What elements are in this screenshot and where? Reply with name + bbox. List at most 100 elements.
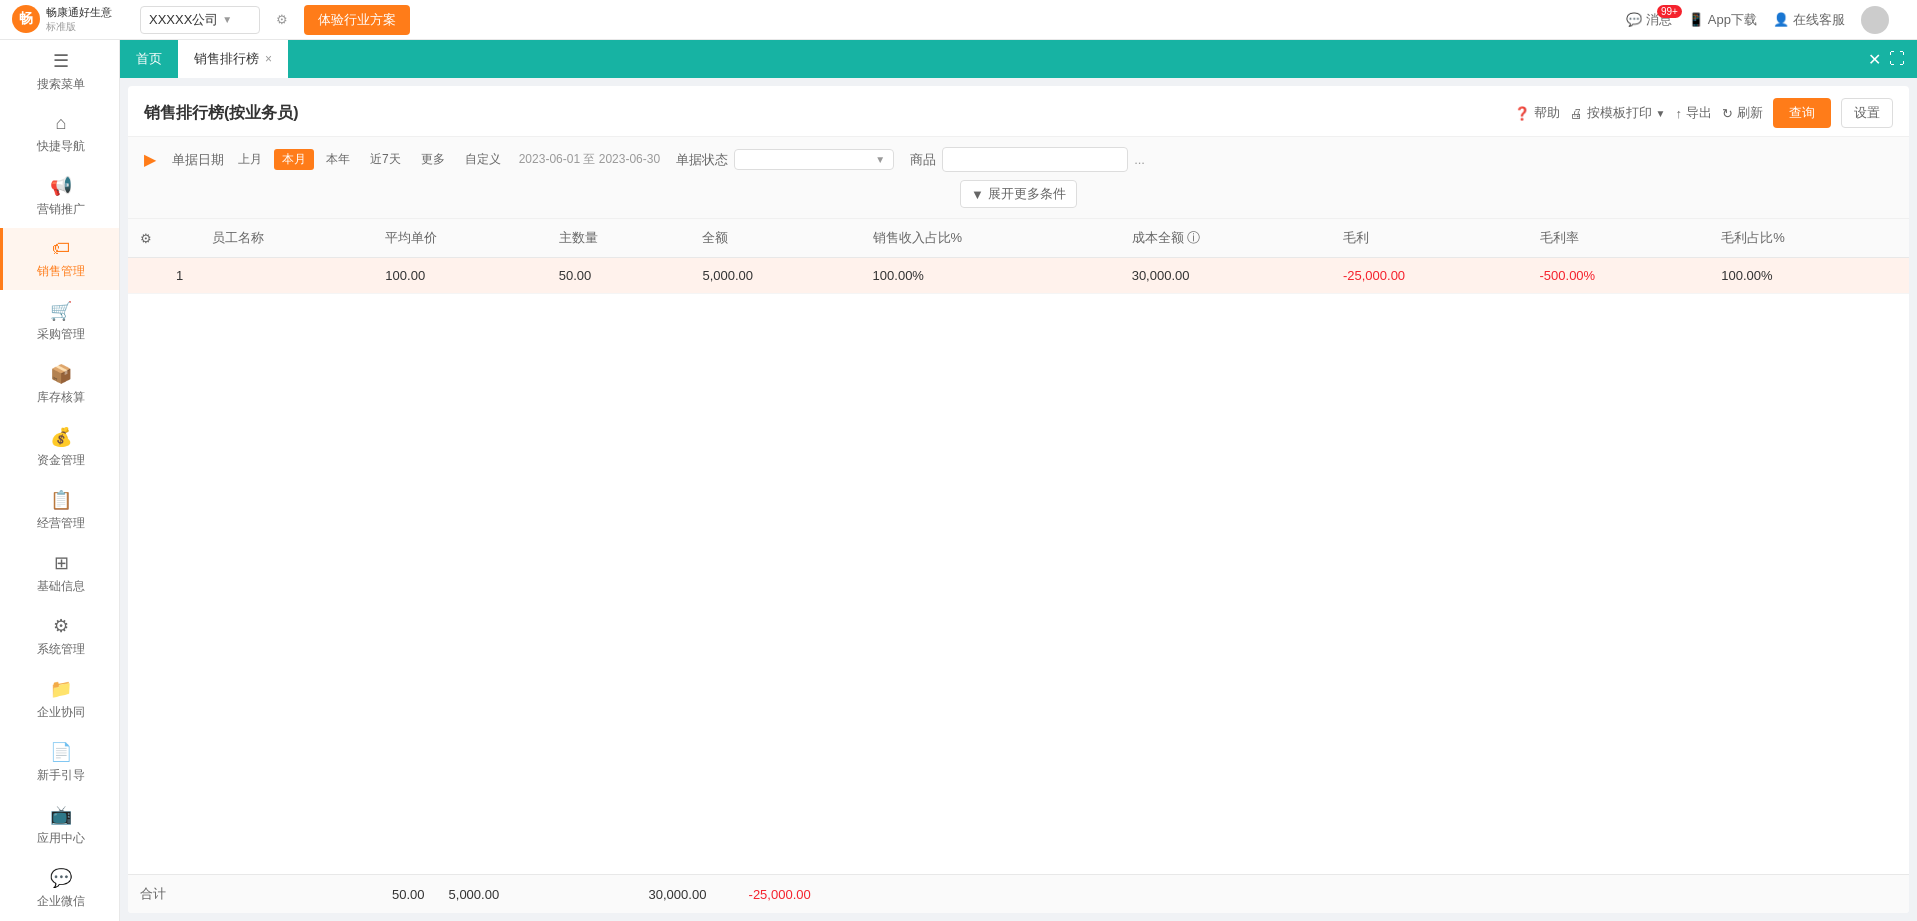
sidebar-item-quick-nav[interactable]: ⌂ 快捷导航 <box>0 103 119 165</box>
maximize-icon[interactable]: ⛶ <box>1889 50 1905 68</box>
row-qty: 50.00 <box>547 258 691 294</box>
row-rank: 1 <box>164 258 200 294</box>
basic-info-icon: ⊞ <box>54 552 69 574</box>
sidebar-item-inventory[interactable]: 📦 库存核算 <box>0 353 119 416</box>
tab-home-label: 首页 <box>136 50 162 68</box>
refresh-label: 刷新 <box>1737 104 1763 122</box>
filter-collapse-icon[interactable]: ▶ <box>144 150 156 169</box>
expand-conditions-button[interactable]: ▼ 展开更多条件 <box>960 180 1077 208</box>
footer-qty <box>220 887 380 902</box>
filter-expand-row: ▼ 展开更多条件 <box>144 180 1893 208</box>
column-settings-icon[interactable]: ⚙ <box>140 231 152 246</box>
msg-badge: 99+ <box>1657 5 1682 18</box>
sidebar-item-finance[interactable]: 💰 资金管理 <box>0 416 119 479</box>
status-select[interactable]: ▼ <box>734 149 894 170</box>
status-filter: 单据状态 ▼ <box>676 149 894 170</box>
logo-text-block: 畅康通好生意 标准版 <box>46 5 112 33</box>
col-profit: 毛利 <box>1331 219 1528 258</box>
trial-button[interactable]: 体验行业方案 <box>304 5 410 35</box>
goods-more-btn[interactable]: ... <box>1134 152 1145 167</box>
refresh-button[interactable]: ↻ 刷新 <box>1722 104 1763 122</box>
goods-search-input[interactable] <box>942 147 1128 172</box>
table-footer: 合计 50.00 5,000.00 30,000.00 -25,000.00 <box>128 874 1909 913</box>
tab-sales-ranking[interactable]: 销售排行榜 × <box>178 40 288 78</box>
export-button[interactable]: ↑ 导出 <box>1676 104 1713 122</box>
expand-conditions-label: 展开更多条件 <box>988 185 1066 203</box>
date-tab-this-year[interactable]: 本年 <box>318 149 358 170</box>
finance-icon: 💰 <box>50 426 72 448</box>
goods-filter-label: 商品 <box>910 151 936 169</box>
marketing-icon: 📢 <box>50 175 72 197</box>
online-service-button[interactable]: 👤 在线客服 <box>1773 11 1845 29</box>
page-content: 销售排行榜(按业务员) ❓ 帮助 🖨 按模板打印 ▼ ↑ 导出 <box>128 86 1909 913</box>
msg-icon: 💬 <box>1626 12 1642 27</box>
query-button[interactable]: 查询 <box>1773 98 1831 128</box>
topbar-gear-button[interactable]: ⚙ <box>268 6 296 34</box>
data-table: ⚙ 员工名称 平均单价 主数量 <box>128 219 1909 294</box>
company-dropdown-arrow: ▼ <box>222 14 232 25</box>
page-title: 销售排行榜(按业务员) <box>144 103 299 124</box>
row-settings-col <box>128 258 164 294</box>
sidebar-item-appstore[interactable]: 📺 应用中心 <box>0 794 119 857</box>
date-range-text: 2023-06-01 至 2023-06-30 <box>519 151 660 168</box>
content-area: 首页 销售排行榜 × ✕ ⛶ 销售排行榜(按业务员) ❓ 帮助 <box>120 40 1917 921</box>
company-selector[interactable]: XXXXX公司 ▼ <box>140 6 260 34</box>
appstore-icon: 📺 <box>50 804 72 826</box>
sidebar-item-guide[interactable]: 📄 新手引导 <box>0 731 119 794</box>
search-order-icon: ☰ <box>53 50 69 72</box>
sidebar-item-appstore-label: 应用中心 <box>37 830 85 847</box>
footer-total-label: 合计 <box>140 885 220 903</box>
col-settings[interactable]: ⚙ <box>128 219 164 258</box>
row-profit-rate: -500.00% <box>1528 258 1710 294</box>
sidebar-item-marketing[interactable]: 📢 营销推广 <box>0 165 119 228</box>
user-avatar[interactable] <box>1861 6 1889 34</box>
settings-button[interactable]: 设置 <box>1841 98 1893 128</box>
expand-arrow-icon: ▼ <box>971 187 984 202</box>
sidebar-item-sales[interactable]: 🏷 销售管理 <box>0 228 119 290</box>
logo-line2: 标准版 <box>46 20 112 34</box>
export-icon: ↑ <box>1676 106 1683 121</box>
message-button[interactable]: 💬 消息 99+ <box>1626 11 1672 29</box>
tab-close-icon[interactable]: × <box>265 52 272 66</box>
filter-bar: ▶ 单据日期 上月 本月 本年 近7天 更多 自定义 2023-06-01 至 … <box>128 137 1909 219</box>
date-tab-custom[interactable]: 自定义 <box>457 149 509 170</box>
status-select-arrow: ▼ <box>875 154 885 165</box>
table-row: 1 100.00 50.00 5,000.00 100.00% 30,000.0… <box>128 258 1909 294</box>
sidebar-item-search-order-label: 搜索菜单 <box>37 76 85 93</box>
sidebar-item-system[interactable]: ⚙ 系统管理 <box>0 605 119 668</box>
topbar-right: 💬 消息 99+ 📱 App下载 👤 在线客服 <box>1626 6 1905 34</box>
guide-icon: 📄 <box>50 741 72 763</box>
app-label: App下载 <box>1708 11 1757 29</box>
footer-cells: 50.00 5,000.00 30,000.00 -25,000.00 <box>220 887 1897 902</box>
help-button[interactable]: ❓ 帮助 <box>1514 104 1560 122</box>
app-download-button[interactable]: 📱 App下载 <box>1688 11 1757 29</box>
sidebar-item-wechat[interactable]: 💬 企业微信 <box>0 857 119 920</box>
col-cost: 成本全额 ⓘ <box>1120 219 1331 258</box>
tab-home[interactable]: 首页 <box>120 40 178 78</box>
sidebar-item-enterprise[interactable]: 📁 企业协同 <box>0 668 119 731</box>
template-print-label: 按模板打印 <box>1587 104 1652 122</box>
tab-bar: 首页 销售排行榜 × ✕ ⛶ <box>120 40 1917 78</box>
footer-profit-val: -25,000.00 <box>737 887 823 902</box>
date-tab-last-month[interactable]: 上月 <box>230 149 270 170</box>
date-tab-more[interactable]: 更多 <box>413 149 453 170</box>
date-tab-7days[interactable]: 近7天 <box>362 149 409 170</box>
date-filter-label: 单据日期 <box>172 151 224 169</box>
row-profit-pct: 100.00% <box>1709 258 1909 294</box>
sidebar-item-inventory-label: 库存核算 <box>37 389 85 406</box>
sidebar-item-search-order[interactable]: ☰ 搜索菜单 <box>0 40 119 103</box>
help-label: 帮助 <box>1534 104 1560 122</box>
sidebar-item-basic-info[interactable]: ⊞ 基础信息 <box>0 542 119 605</box>
sales-icon: 🏷 <box>52 238 70 259</box>
date-tab-this-month[interactable]: 本月 <box>274 149 314 170</box>
close-window-icon[interactable]: ✕ <box>1868 50 1881 69</box>
sidebar-item-quick-nav-label: 快捷导航 <box>37 138 85 155</box>
system-icon: ⚙ <box>53 615 69 637</box>
template-print-button[interactable]: 🖨 按模板打印 ▼ <box>1570 104 1666 122</box>
row-cost: 30,000.00 <box>1120 258 1331 294</box>
wechat-icon: 💬 <box>50 867 72 889</box>
row-sales-pct: 100.00% <box>861 258 1120 294</box>
sidebar-item-operations[interactable]: 📋 经营管理 <box>0 479 119 542</box>
logo-icon: 畅 <box>12 5 40 33</box>
sidebar-item-purchase[interactable]: 🛒 采购管理 <box>0 290 119 353</box>
